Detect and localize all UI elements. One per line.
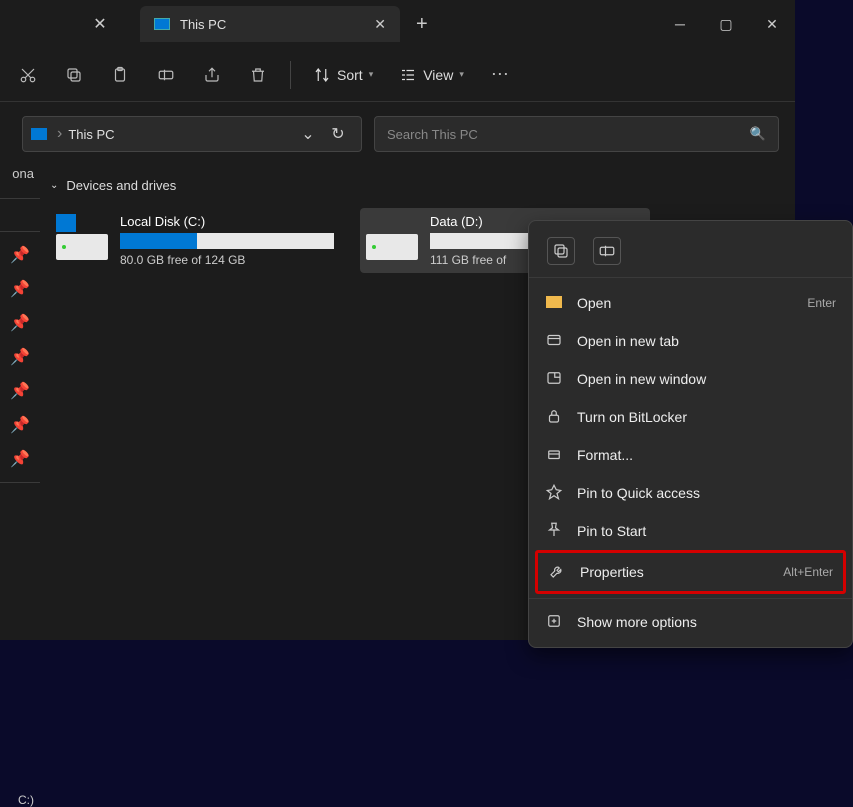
pc-icon: [31, 128, 47, 140]
pc-icon: [154, 18, 170, 30]
ctx-label: Open in new window: [577, 371, 706, 387]
delete-button[interactable]: [238, 55, 278, 95]
pinned-item[interactable]: 📌: [0, 442, 40, 476]
copy-button[interactable]: [547, 237, 575, 265]
ctx-label: Pin to Quick access: [577, 485, 700, 501]
pinned-item[interactable]: 📌: [0, 272, 40, 306]
more-icon: [545, 612, 563, 633]
ctx-label: Format...: [577, 447, 633, 463]
cut-button[interactable]: [8, 55, 48, 95]
separator: [0, 231, 40, 232]
new-tab-button[interactable]: +: [416, 13, 428, 36]
rename-button[interactable]: [146, 55, 186, 95]
ctx-shortcut: Alt+Enter: [783, 565, 833, 579]
minimize-button[interactable]: ─: [657, 0, 703, 48]
search-placeholder: Search This PC: [387, 127, 478, 142]
toolbar: Sort ▾ View ▾ ⋯: [0, 48, 795, 102]
ctx-pin-start[interactable]: Pin to Start: [529, 512, 852, 550]
rename-button[interactable]: [593, 237, 621, 265]
paste-button[interactable]: [100, 55, 140, 95]
pinned-item[interactable]: 📌: [0, 340, 40, 374]
ctx-properties[interactable]: Properties Alt+Enter: [535, 550, 846, 594]
wrench-icon: [548, 562, 566, 583]
titlebar: ✕ This PC ✕ + ─ ▢ ✕: [0, 0, 795, 48]
sort-button[interactable]: Sort ▾: [303, 55, 383, 95]
drive-icon: [56, 214, 108, 267]
context-menu-quick-actions: [529, 227, 852, 278]
ctx-open-new-window[interactable]: Open in new window: [529, 360, 852, 398]
group-title: Devices and drives: [66, 178, 176, 193]
search-icon: 🔍: [750, 126, 766, 142]
ctx-label: Show more options: [577, 614, 697, 630]
sort-icon: [313, 66, 331, 84]
close-tab-icon[interactable]: ✕: [374, 16, 386, 33]
address-bar[interactable]: › This PC ⌄ ↻: [22, 116, 362, 152]
close-prev-tab[interactable]: ✕: [80, 14, 120, 34]
window-icon: [545, 369, 563, 390]
separator: [0, 482, 40, 483]
context-menu: Open Enter Open in new tab Open in new w…: [528, 220, 853, 648]
ctx-label: Properties: [580, 564, 644, 580]
separator: [529, 598, 852, 599]
chevron-down-icon: ⌄: [50, 180, 58, 191]
address-row: › This PC ⌄ ↻ Search This PC 🔍: [0, 102, 795, 166]
ctx-pin-quick-access[interactable]: Pin to Quick access: [529, 474, 852, 512]
close-button[interactable]: ✕: [749, 0, 795, 48]
breadcrumb[interactable]: This PC: [68, 127, 293, 142]
ctx-shortcut: Enter: [807, 296, 836, 310]
pin-icon: [545, 483, 563, 504]
sidebar-label-top: ona: [0, 166, 40, 192]
share-button[interactable]: [192, 55, 232, 95]
tab-title: This PC: [180, 17, 364, 32]
ctx-open-new-tab[interactable]: Open in new tab: [529, 322, 852, 360]
ctx-label: Pin to Start: [577, 523, 646, 539]
drive-free-text: 80.0 GB free of 124 GB: [120, 253, 334, 267]
separator: [0, 198, 40, 199]
drive-capacity-bar: [120, 233, 334, 249]
breadcrumb-separator: ›: [57, 125, 62, 143]
ctx-show-more[interactable]: Show more options: [529, 603, 852, 641]
pinned-item[interactable]: 📌: [0, 238, 40, 272]
folder-icon: [545, 295, 563, 311]
ctx-label: Open: [577, 295, 611, 311]
view-button[interactable]: View ▾: [389, 55, 474, 95]
ctx-format[interactable]: Format...: [529, 436, 852, 474]
separator: [290, 61, 291, 89]
sort-label: Sort: [337, 67, 363, 83]
drive-c[interactable]: Local Disk (C:) 80.0 GB free of 124 GB: [50, 208, 340, 273]
refresh-button[interactable]: ↻: [323, 124, 353, 144]
ctx-label: Open in new tab: [577, 333, 679, 349]
lock-icon: [545, 407, 563, 428]
ctx-label: Turn on BitLocker: [577, 409, 687, 425]
tab-icon: [545, 331, 563, 352]
format-icon: [545, 445, 563, 466]
copy-button[interactable]: [54, 55, 94, 95]
pin-icon: [545, 521, 563, 542]
sidebar-label-bottom: C:): [0, 793, 40, 807]
ctx-bitlocker[interactable]: Turn on BitLocker: [529, 398, 852, 436]
more-button[interactable]: ⋯: [480, 55, 520, 95]
search-input[interactable]: Search This PC 🔍: [374, 116, 779, 152]
pinned-item[interactable]: 📌: [0, 408, 40, 442]
drive-info: Local Disk (C:) 80.0 GB free of 124 GB: [120, 214, 334, 267]
chevron-down-icon: ▾: [369, 69, 374, 80]
view-label: View: [423, 67, 453, 83]
tab-this-pc[interactable]: This PC ✕: [140, 6, 400, 42]
view-icon: [399, 66, 417, 84]
pinned-item[interactable]: 📌: [0, 374, 40, 408]
drive-name: Local Disk (C:): [120, 214, 334, 229]
sidebar: ona 📌 📌 📌 📌 📌 📌 📌 C:): [0, 166, 40, 807]
maximize-button[interactable]: ▢: [703, 0, 749, 48]
pinned-item[interactable]: 📌: [0, 306, 40, 340]
window-controls: ─ ▢ ✕: [657, 0, 795, 48]
drive-icon: [366, 214, 418, 267]
ctx-open[interactable]: Open Enter: [529, 284, 852, 322]
chevron-down-icon[interactable]: ⌄: [293, 124, 323, 144]
group-header[interactable]: ⌄ Devices and drives: [50, 172, 785, 198]
chevron-down-icon: ▾: [459, 69, 464, 80]
